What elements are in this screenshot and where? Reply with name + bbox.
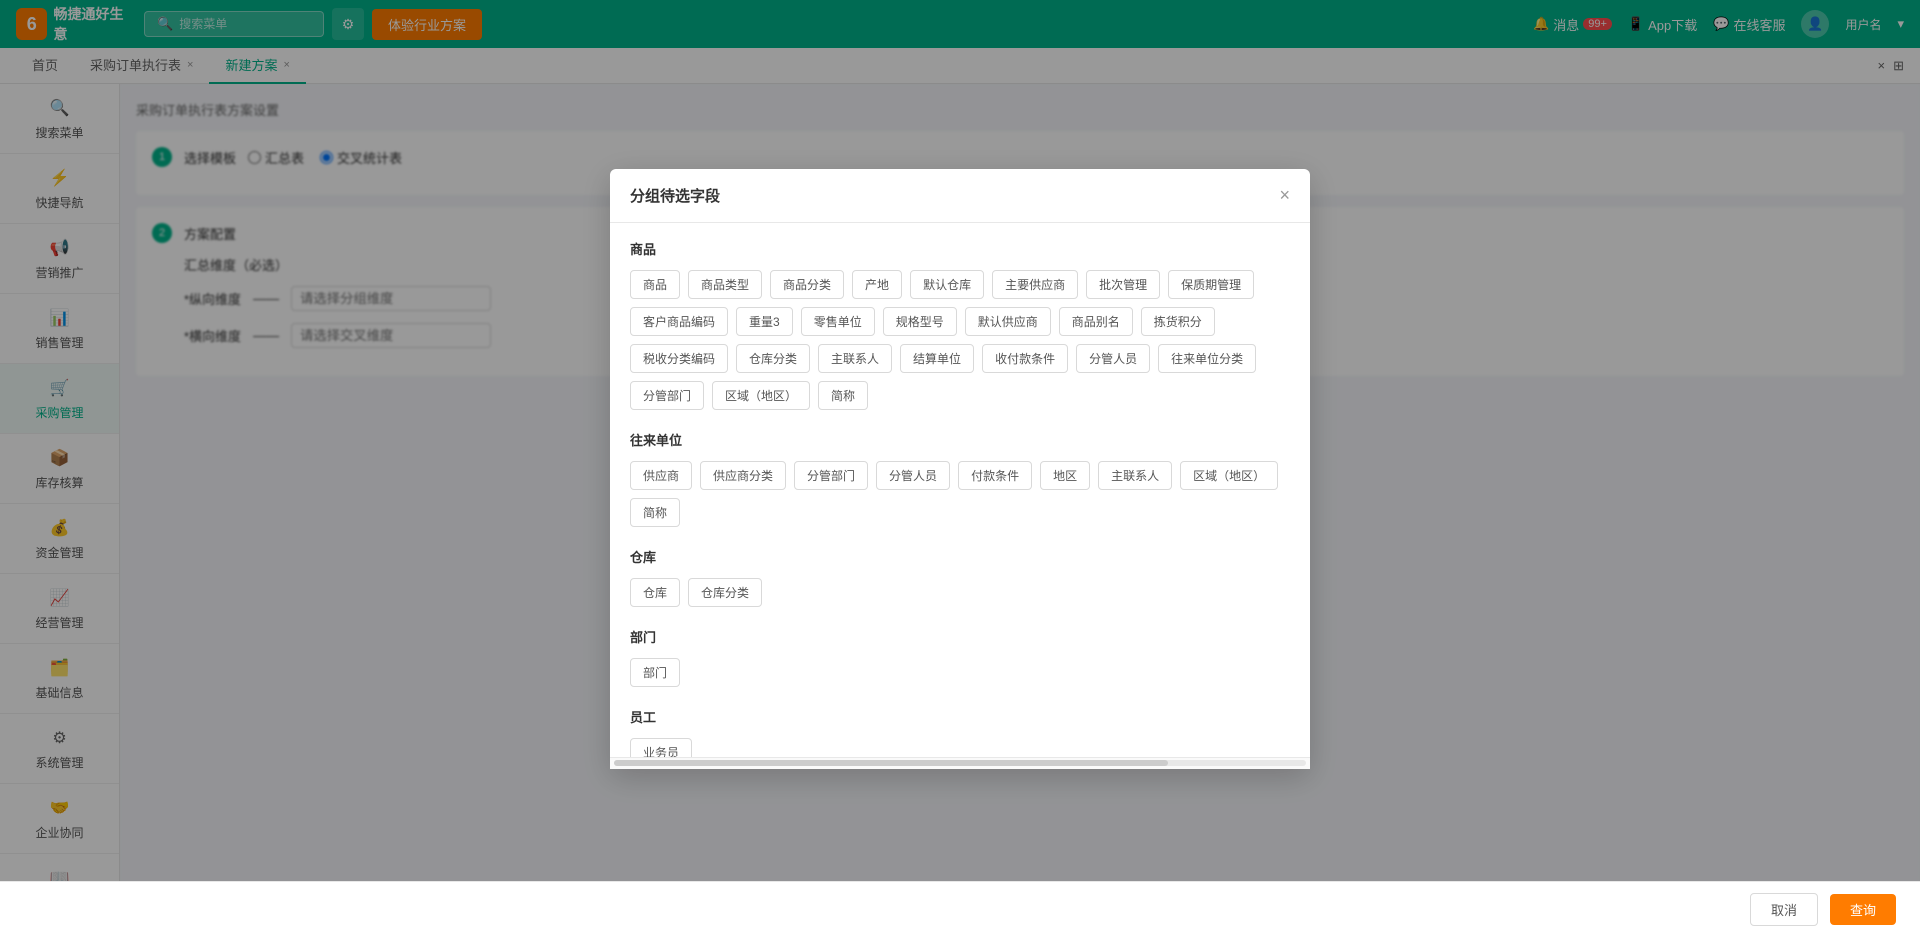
section-goods: 商品商品商品类型商品分类产地默认仓库主要供应商批次管理保质期管理客户商品编码重量…: [630, 239, 1290, 410]
field-tag-goods-2[interactable]: 商品分类: [770, 270, 844, 299]
modal-body: 商品商品商品类型商品分类产地默认仓库主要供应商批次管理保质期管理客户商品编码重量…: [610, 223, 1310, 757]
modal-close-button[interactable]: ×: [1279, 186, 1290, 204]
field-tag-goods-19[interactable]: 收付款条件: [982, 344, 1068, 373]
modal-horizontal-scrollbar[interactable]: [610, 757, 1310, 769]
modal-title: 分组待选字段: [630, 185, 720, 206]
field-grid-department: 部门: [630, 658, 1290, 687]
section-title-goods: 商品: [630, 239, 1290, 258]
section-partner: 往来单位供应商供应商分类分管部门分管人员付款条件地区主联系人区域（地区） 简称: [630, 430, 1290, 527]
field-tag-goods-6[interactable]: 批次管理: [1086, 270, 1160, 299]
field-tag-partner-8[interactable]: 简称: [630, 498, 680, 527]
field-tag-warehouse-1[interactable]: 仓库分类: [688, 578, 762, 607]
section-title-partner: 往来单位: [630, 430, 1290, 449]
field-tag-goods-8[interactable]: 客户商品编码: [630, 307, 728, 336]
field-tag-goods-14[interactable]: 拣货积分: [1141, 307, 1215, 336]
field-tag-goods-1[interactable]: 商品类型: [688, 270, 762, 299]
field-tag-goods-10[interactable]: 零售单位: [801, 307, 875, 336]
field-grid-partner: 供应商供应商分类分管部门分管人员付款条件地区主联系人区域（地区） 简称: [630, 461, 1290, 527]
field-tag-goods-21[interactable]: 往来单位分类: [1158, 344, 1256, 373]
field-grid-goods: 商品商品类型商品分类产地默认仓库主要供应商批次管理保质期管理客户商品编码重量3 零…: [630, 270, 1290, 410]
cancel-button[interactable]: 取消: [1750, 893, 1818, 926]
field-tag-goods-9[interactable]: 重量3: [736, 307, 793, 336]
field-tag-goods-3[interactable]: 产地: [852, 270, 902, 299]
field-tag-goods-22[interactable]: 分管部门: [630, 381, 704, 410]
field-tag-goods-12[interactable]: 默认供应商: [965, 307, 1051, 336]
modal-overlay: 分组待选字段 × 商品商品商品类型商品分类产地默认仓库主要供应商批次管理保质期管…: [0, 0, 1920, 937]
field-tag-goods-13[interactable]: 商品别名: [1059, 307, 1133, 336]
field-tag-partner-4[interactable]: 付款条件: [958, 461, 1032, 490]
field-tag-goods-0[interactable]: 商品: [630, 270, 680, 299]
section-warehouse: 仓库仓库仓库分类: [630, 547, 1290, 607]
bottom-action-bar: 取消 查询: [0, 881, 1920, 937]
field-grid-employee: 业务员: [630, 738, 1290, 757]
h-scrollbar-track[interactable]: [614, 760, 1306, 766]
field-tag-goods-17[interactable]: 主联系人: [818, 344, 892, 373]
modal-header: 分组待选字段 ×: [610, 169, 1310, 223]
field-tag-partner-0[interactable]: 供应商: [630, 461, 692, 490]
field-tag-goods-11[interactable]: 规格型号: [883, 307, 957, 336]
field-tag-partner-5[interactable]: 地区: [1040, 461, 1090, 490]
field-tag-goods-24[interactable]: 简称: [818, 381, 868, 410]
confirm-button[interactable]: 查询: [1830, 894, 1896, 925]
field-tag-department-0[interactable]: 部门: [630, 658, 680, 687]
field-tag-goods-18[interactable]: 结算单位: [900, 344, 974, 373]
field-tag-goods-4[interactable]: 默认仓库: [910, 270, 984, 299]
field-tag-goods-23[interactable]: 区域（地区）: [712, 381, 810, 410]
field-tag-partner-1[interactable]: 供应商分类: [700, 461, 786, 490]
section-employee: 员工业务员: [630, 707, 1290, 757]
section-title-warehouse: 仓库: [630, 547, 1290, 566]
field-tag-goods-16[interactable]: 仓库分类: [736, 344, 810, 373]
section-title-employee: 员工: [630, 707, 1290, 726]
field-tag-warehouse-0[interactable]: 仓库: [630, 578, 680, 607]
field-tag-goods-5[interactable]: 主要供应商: [992, 270, 1078, 299]
field-tag-partner-3[interactable]: 分管人员: [876, 461, 950, 490]
field-tag-goods-7[interactable]: 保质期管理: [1168, 270, 1254, 299]
field-grid-warehouse: 仓库仓库分类: [630, 578, 1290, 607]
section-title-department: 部门: [630, 627, 1290, 646]
h-scrollbar-thumb: [614, 760, 1168, 766]
field-tag-partner-6[interactable]: 主联系人: [1098, 461, 1172, 490]
field-select-modal: 分组待选字段 × 商品商品商品类型商品分类产地默认仓库主要供应商批次管理保质期管…: [610, 169, 1310, 769]
field-tag-goods-20[interactable]: 分管人员: [1076, 344, 1150, 373]
section-department: 部门部门: [630, 627, 1290, 687]
field-tag-goods-15[interactable]: 税收分类编码: [630, 344, 728, 373]
field-tag-employee-0[interactable]: 业务员: [630, 738, 692, 757]
field-tag-partner-7[interactable]: 区域（地区）: [1180, 461, 1278, 490]
field-tag-partner-2[interactable]: 分管部门: [794, 461, 868, 490]
